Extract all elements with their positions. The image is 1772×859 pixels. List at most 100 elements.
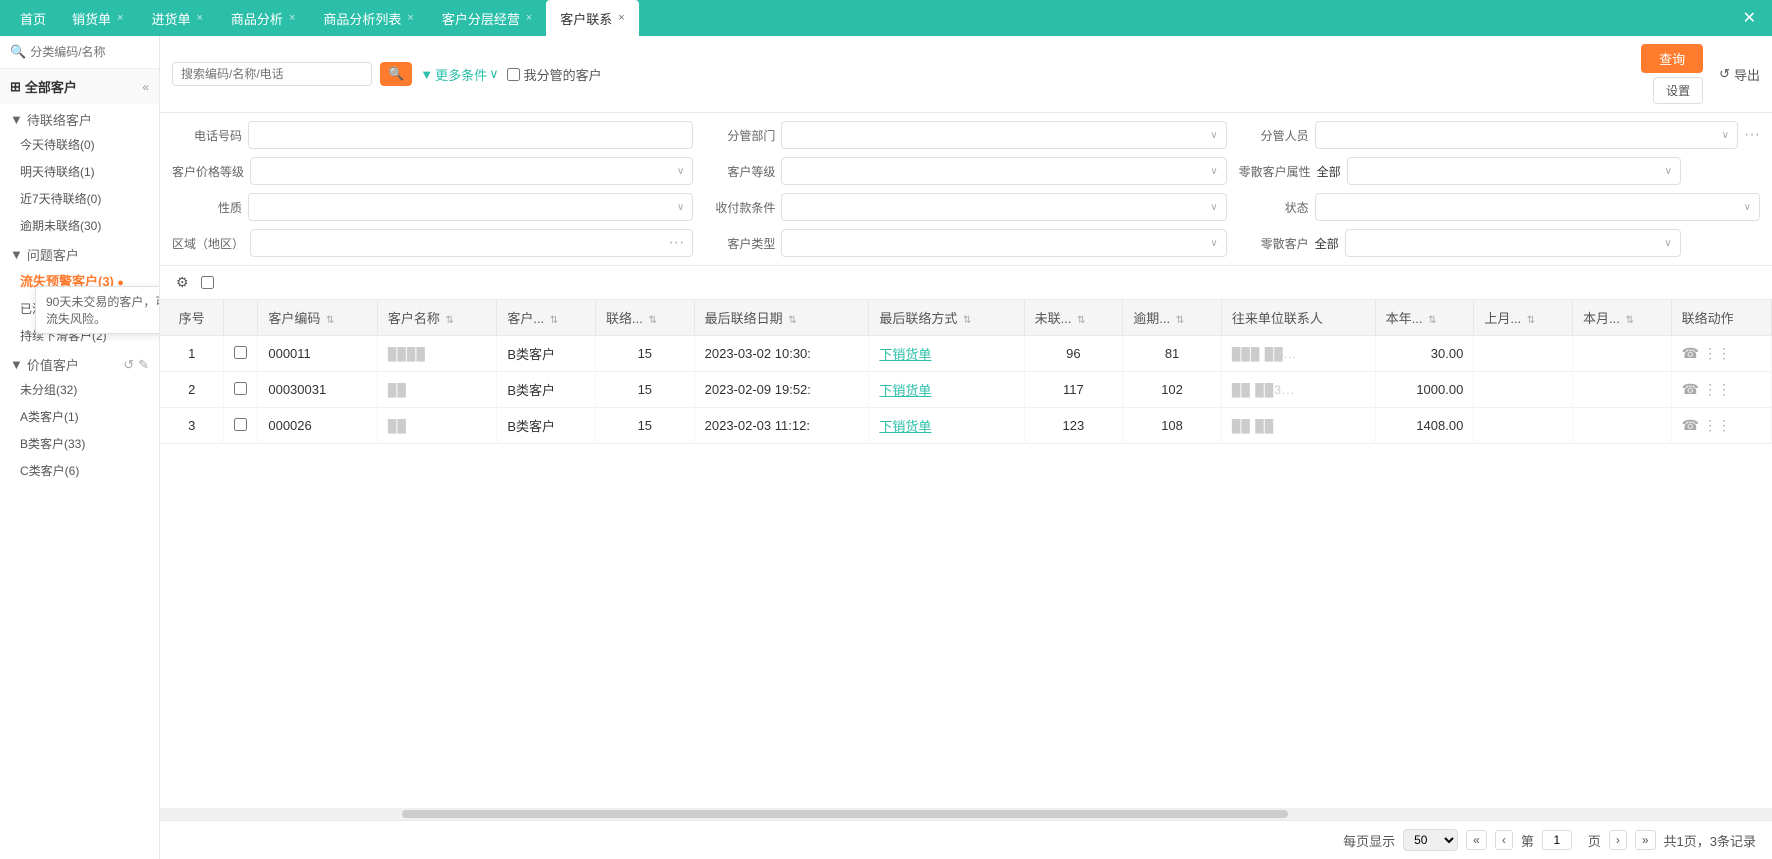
prev-page-btn[interactable]: ‹ [1495, 830, 1513, 850]
th-last-way[interactable]: 最后联络方式 ⇅ [869, 300, 1024, 336]
settings-button[interactable]: 设置 [1653, 77, 1703, 104]
sidebar-item-overdue[interactable]: 逾期未联络(30) [0, 212, 159, 239]
contact-action-3[interactable]: ☎ [1682, 417, 1699, 434]
th-type[interactable]: 客户... ⇅ [497, 300, 596, 336]
filter-customer-type-select[interactable]: ∨ [781, 229, 1226, 257]
edit-group-icon[interactable]: ↺ [123, 357, 134, 373]
group-value-customers[interactable]: ▼ 价值客户 ↺ ✎ [0, 349, 159, 376]
tab-customer-contact[interactable]: 客户联系 × [546, 0, 638, 36]
td-check-2[interactable] [224, 372, 258, 408]
contact-action-2[interactable]: ☎ [1682, 381, 1699, 398]
add-group-icon[interactable]: ✎ [138, 357, 149, 373]
th-last-date[interactable]: 最后联络日期 ⇅ [694, 300, 869, 336]
td-last-way-3[interactable]: 下销货单 [869, 408, 1024, 444]
select-all-checkbox[interactable] [201, 276, 214, 289]
tab-close-product-analysis[interactable]: × [289, 12, 295, 24]
my-customers-checkbox[interactable]: 我分管的客户 [507, 65, 602, 84]
tab-product-analysis[interactable]: 商品分析 × [217, 0, 309, 36]
tab-sales[interactable]: 销货单 × [58, 0, 137, 36]
tab-close-purchase[interactable]: × [196, 12, 202, 24]
td-check-3[interactable] [224, 408, 258, 444]
th-unlocked[interactable]: 未联... ⇅ [1024, 300, 1123, 336]
group-pending-contact[interactable]: ▼ 待联络客户 [0, 104, 159, 131]
scrollbar-thumb[interactable] [402, 810, 1289, 818]
per-page-select[interactable]: 50 100 200 [1403, 829, 1458, 851]
filter-person-select[interactable]: ∨ [1315, 121, 1738, 149]
all-customers-label: 全部客户 [25, 77, 77, 96]
main-search-button[interactable]: 🔍 [380, 62, 412, 86]
filter-price-level-select[interactable]: ∨ [250, 157, 693, 185]
filter-zero-customer: 零散客户 全部 ∨ [1239, 229, 1760, 257]
sidebar-item-class-a[interactable]: A类客户(1) [0, 403, 159, 430]
main-search-input[interactable] [172, 62, 372, 86]
filter-zero-customer-select[interactable]: ∨ [1345, 229, 1681, 257]
filter-status-select[interactable]: ∨ [1315, 193, 1760, 221]
my-customers-check[interactable] [507, 68, 520, 81]
sidebar-search-input[interactable] [30, 45, 160, 59]
more-action-2[interactable]: ⋮⋮ [1703, 381, 1731, 398]
filter-payment-select[interactable]: ∨ [781, 193, 1226, 221]
filter-person-more[interactable]: ··· [1744, 126, 1760, 144]
page-number-input[interactable] [1542, 830, 1572, 850]
th-last-month[interactable]: 上月... ⇅ [1474, 300, 1573, 336]
last-page-btn[interactable]: » [1635, 830, 1656, 850]
sidebar-item-class-c[interactable]: C类客户(6) [0, 457, 159, 484]
tab-bar: 首页 销货单 × 进货单 × 商品分析 × 商品分析列表 × 客户分层经营 × … [0, 0, 1772, 36]
filter-level-select[interactable]: ∨ [781, 157, 1226, 185]
th-name[interactable]: 客户名称 ⇅ [377, 300, 496, 336]
td-name-2: ██ [377, 372, 496, 408]
sidebar-search-area: 🔍 [0, 36, 159, 69]
filter-dept-select[interactable]: ∨ [781, 121, 1226, 149]
filter-zero-attr-label: 零散客户属性 [1239, 163, 1311, 180]
first-page-btn[interactable]: « [1466, 830, 1487, 850]
query-button[interactable]: 查询 [1641, 44, 1703, 73]
horizontal-scrollbar[interactable] [160, 808, 1772, 820]
more-action-1[interactable]: ⋮⋮ [1703, 345, 1731, 362]
filter-dept: 分管部门 ∨ [705, 121, 1226, 149]
tab-product-list[interactable]: 商品分析列表 × [309, 0, 427, 36]
sidebar-item-class-b[interactable]: B类客户(33) [0, 430, 159, 457]
next-page-btn[interactable]: › [1609, 830, 1627, 850]
filter-person: 分管人员 ∨ ··· [1239, 121, 1760, 149]
contact-action-1[interactable]: ☎ [1682, 345, 1699, 362]
th-this-month[interactable]: 本月... ⇅ [1572, 300, 1671, 336]
filter-phone-input[interactable] [248, 121, 693, 149]
td-last-way-2[interactable]: 下销货单 [869, 372, 1024, 408]
th-code[interactable]: 客户编码 ⇅ [258, 300, 377, 336]
tab-close-product-list[interactable]: × [407, 12, 413, 24]
th-contacts[interactable]: 联络... ⇅ [595, 300, 694, 336]
filter-gender-select[interactable]: ∨ [248, 193, 693, 221]
filter-zero-attr-select[interactable]: ∨ [1347, 157, 1681, 185]
tab-customer-tier[interactable]: 客户分层经营 × [428, 0, 546, 36]
th-this-year[interactable]: 本年... ⇅ [1375, 300, 1474, 336]
tab-close-customer-tier[interactable]: × [526, 12, 532, 24]
filter-region-more[interactable]: ··· [668, 234, 684, 252]
group-problem-customers[interactable]: ▼ 问题客户 [0, 239, 159, 266]
td-check-1[interactable] [224, 336, 258, 372]
td-last-date-2: 2023-02-09 19:52: [694, 372, 869, 408]
more-conditions-toggle[interactable]: ▼ 更多条件 ∨ [420, 65, 498, 84]
settings-action-btn[interactable]: ⚙ [172, 272, 193, 293]
window-close-button[interactable]: ✕ [1735, 8, 1764, 28]
arrow-down-icon-2: ▼ [10, 247, 23, 262]
sidebar-item-today[interactable]: 今天待联络(0) [0, 131, 159, 158]
export-button[interactable]: ↺ 导出 [1719, 65, 1760, 84]
td-unit-contact-1: ███ ██... [1221, 336, 1375, 372]
filter-row-3: 性质 ∨ 收付款条件 ∨ 状态 [172, 193, 1760, 221]
tab-close-customer-contact[interactable]: × [618, 12, 624, 24]
all-customers-header[interactable]: ⊞ 全部客户 « [0, 69, 159, 104]
td-last-way-1[interactable]: 下销货单 [869, 336, 1024, 372]
tab-purchase[interactable]: 进货单 × [137, 0, 216, 36]
payment-arrow: ∨ [1210, 202, 1217, 213]
td-unit-contact-3: ██ ██ [1221, 408, 1375, 444]
tab-close-sales[interactable]: × [117, 12, 123, 24]
sidebar-item-7days[interactable]: 近7天待联络(0) [0, 185, 159, 212]
sidebar-item-tomorrow[interactable]: 明天待联络(1) [0, 158, 159, 185]
tab-home[interactable]: 首页 [8, 0, 58, 36]
th-overdue[interactable]: 逾期... ⇅ [1123, 300, 1222, 336]
filter-region-select[interactable]: ··· [250, 229, 693, 257]
sidebar-item-ungrouped[interactable]: 未分组(32) [0, 376, 159, 403]
customers-table: 序号 客户编码 ⇅ 客户名称 ⇅ 客户... ⇅ [160, 300, 1772, 444]
more-action-3[interactable]: ⋮⋮ [1703, 417, 1731, 434]
person-select-arrow: ∨ [1722, 130, 1729, 141]
